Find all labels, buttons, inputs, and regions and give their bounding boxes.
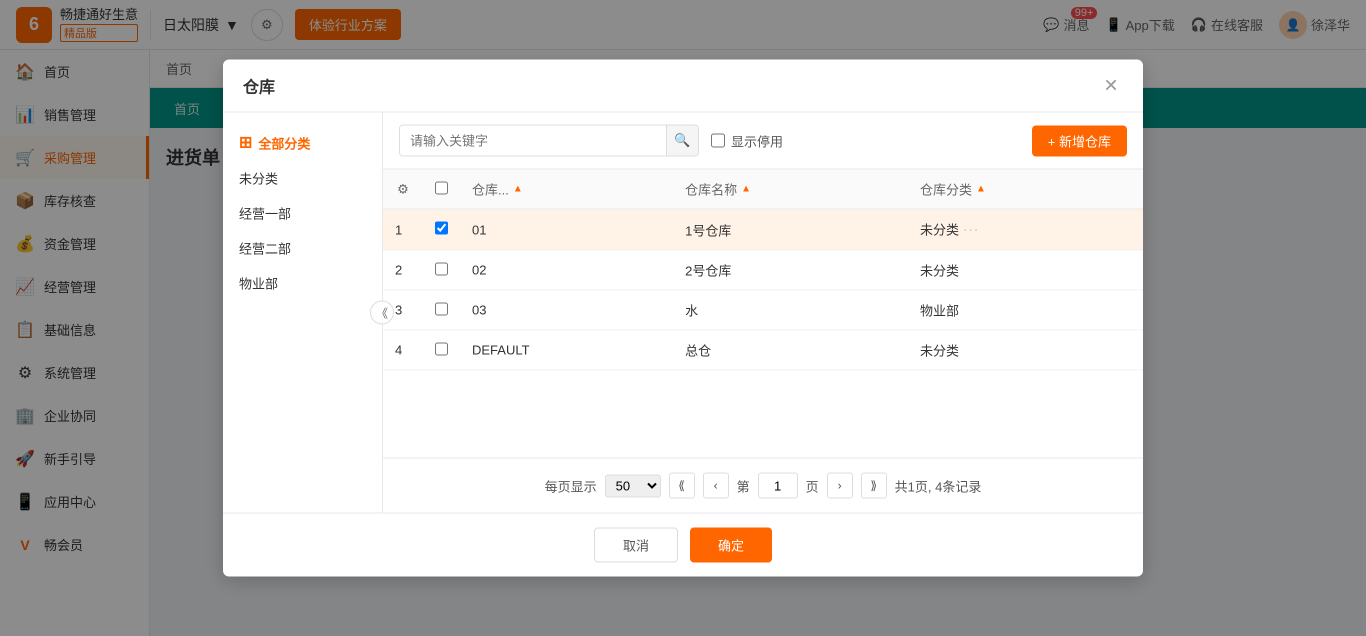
row-num: 4: [383, 330, 423, 370]
table-row[interactable]: 4 DEFAULT 总仓 未分类: [383, 330, 1143, 370]
category-property[interactable]: 物业部: [223, 266, 382, 301]
row-check[interactable]: [423, 250, 460, 290]
name-sort[interactable]: 仓库名称 ▲: [685, 180, 896, 199]
col-name-label: 仓库名称: [685, 180, 737, 199]
row-id: 02: [460, 250, 673, 290]
category-label: 未分类: [239, 169, 278, 188]
table-row[interactable]: 3 03 水 物业部: [383, 290, 1143, 330]
row-name: 1号仓库: [673, 209, 908, 250]
warehouse-modal: 仓库 ✕ 《 ⊞ 全部分类 未分类 经营一部 经营二部 物业部: [223, 60, 1143, 577]
row-id: 03: [460, 290, 673, 330]
collapse-button[interactable]: 《: [370, 301, 394, 325]
row-name: 水: [673, 290, 908, 330]
per-page-select[interactable]: 50 100: [605, 474, 661, 497]
category-all[interactable]: ⊞ 全部分类: [223, 125, 382, 161]
row-category: 物业部: [908, 290, 1143, 330]
category-label: 物业部: [239, 274, 278, 293]
modal-body: 《 ⊞ 全部分类 未分类 经营一部 经营二部 物业部: [223, 113, 1143, 513]
collapse-icon: 《: [376, 304, 388, 321]
confirm-button[interactable]: 确定: [690, 528, 772, 563]
row-check[interactable]: [423, 209, 460, 250]
show-disabled-toggle[interactable]: 显示停用: [711, 131, 783, 150]
show-disabled-label: 显示停用: [731, 131, 783, 150]
settings-column-icon: ⚙: [397, 181, 409, 196]
prev-page-button[interactable]: ‹: [703, 473, 729, 499]
modal-title: 仓库: [243, 74, 275, 98]
category-label: 经营二部: [239, 239, 291, 258]
last-page-button[interactable]: ⟫: [861, 473, 887, 499]
add-warehouse-button[interactable]: + 新增仓库: [1032, 125, 1127, 156]
row-category: 未分类: [908, 330, 1143, 370]
row-id: 01: [460, 209, 673, 250]
next-page-button[interactable]: ›: [827, 473, 853, 499]
row-id: DEFAULT: [460, 330, 673, 370]
show-disabled-checkbox[interactable]: [711, 134, 725, 148]
modal-toolbar: 🔍 显示停用 + 新增仓库: [383, 113, 1143, 170]
page-label: 第: [737, 476, 750, 495]
row-num: 1: [383, 209, 423, 250]
page-suffix: 页: [806, 476, 819, 495]
row-category: 未分类: [908, 250, 1143, 290]
category-unclassified[interactable]: 未分类: [223, 161, 382, 196]
th-name: 仓库名称 ▲: [673, 170, 908, 210]
category-label: 经营一部: [239, 204, 291, 223]
table-row[interactable]: 1 01 1号仓库 未分类 ···: [383, 209, 1143, 250]
id-sort[interactable]: 仓库... ▲: [472, 180, 661, 199]
search-box: 🔍: [399, 125, 699, 157]
sort-icon: ▲: [976, 184, 986, 195]
search-button[interactable]: 🔍: [666, 125, 698, 157]
warehouse-table: ⚙ 仓库... ▲: [383, 170, 1143, 458]
category-ops2[interactable]: 经营二部: [223, 231, 382, 266]
col-id-label: 仓库...: [472, 180, 509, 199]
row-category: 未分类 ···: [908, 209, 1143, 250]
grid-icon: ⊞: [239, 133, 252, 153]
th-category: 仓库分类 ▲: [908, 170, 1143, 210]
row-num: 2: [383, 250, 423, 290]
th-checkbox: [423, 170, 460, 210]
row-name: 2号仓库: [673, 250, 908, 290]
table-row[interactable]: 2 02 2号仓库 未分类: [383, 250, 1143, 290]
sort-icon: ▲: [513, 184, 523, 195]
modal-footer: 取消 确定: [223, 513, 1143, 577]
modal-header: 仓库 ✕: [223, 60, 1143, 113]
page-number-input[interactable]: [758, 473, 798, 499]
row-name: 总仓: [673, 330, 908, 370]
right-panel: 🔍 显示停用 + 新增仓库 ⚙: [383, 113, 1143, 513]
th-id: 仓库... ▲: [460, 170, 673, 210]
search-icon: 🔍: [674, 133, 690, 149]
first-page-button[interactable]: ⟪: [669, 473, 695, 499]
row-check[interactable]: [423, 290, 460, 330]
sort-icon: ▲: [741, 184, 751, 195]
category-ops1[interactable]: 经营一部: [223, 196, 382, 231]
per-page-label: 每页显示: [545, 476, 597, 495]
select-all-checkbox[interactable]: [435, 181, 448, 194]
modal-close-button[interactable]: ✕: [1099, 74, 1123, 98]
category-label: 全部分类: [258, 133, 310, 152]
table-header-row: ⚙ 仓库... ▲: [383, 170, 1143, 210]
category-sort[interactable]: 仓库分类 ▲: [920, 180, 1131, 199]
col-category-label: 仓库分类: [920, 180, 972, 199]
more-icon[interactable]: ···: [963, 222, 979, 239]
cancel-button[interactable]: 取消: [594, 528, 678, 563]
pagination: 每页显示 50 100 ⟪ ‹ 第 页 › ⟫ 共1页, 4条记录: [383, 458, 1143, 513]
row-check[interactable]: [423, 330, 460, 370]
total-info: 共1页, 4条记录: [895, 476, 982, 495]
th-settings: ⚙: [383, 170, 423, 210]
search-input[interactable]: [400, 126, 666, 156]
category-panel: 《 ⊞ 全部分类 未分类 经营一部 经营二部 物业部: [223, 113, 383, 513]
table: ⚙ 仓库... ▲: [383, 170, 1143, 371]
